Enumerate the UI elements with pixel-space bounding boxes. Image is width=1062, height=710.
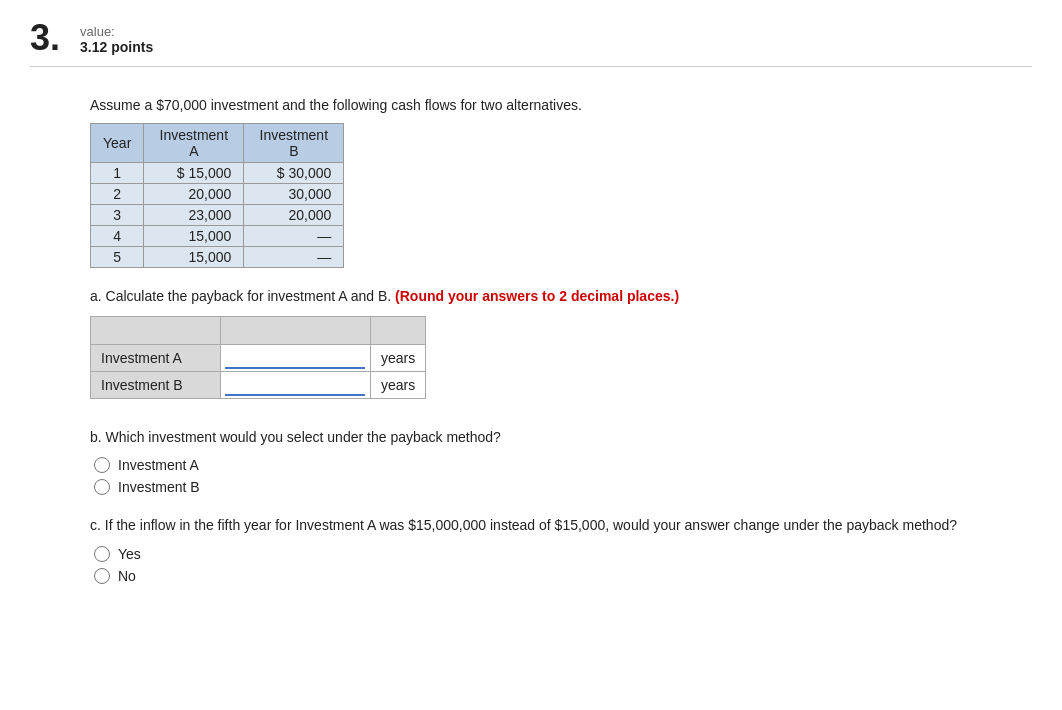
radio-inv-b-label: Investment B [118,479,200,495]
answer-header-unit [371,317,426,345]
radio-inv-a[interactable] [94,457,110,473]
cell-inv-a: 15,000 [144,247,244,268]
investment-b-input[interactable] [225,374,365,396]
cell-inv-a: $ 15,000 [144,163,244,184]
question-header: 3. value: 3.12 points [30,20,1032,67]
cell-year: 4 [91,226,144,247]
table-row: 220,00030,000 [91,184,344,205]
part-b-label: b. Which investment would you select und… [90,429,1032,445]
table-row: 323,00020,000 [91,205,344,226]
cell-year: 5 [91,247,144,268]
radio-inv-b[interactable] [94,479,110,495]
cell-inv-b: — [244,226,344,247]
radio-no-label: No [118,568,136,584]
answer-header-input [221,317,371,345]
cell-inv-b: 30,000 [244,184,344,205]
answer-row-a-unit: years [371,345,426,372]
cell-inv-a: 15,000 [144,226,244,247]
radio-item-no[interactable]: No [94,568,1032,584]
cell-year: 2 [91,184,144,205]
question-value: value: 3.12 points [80,20,153,55]
col-header-year: Year [91,124,144,163]
answer-row-a-label: Investment A [91,345,221,372]
part-a-text: a. Calculate the payback for investment … [90,288,391,304]
intro-text: Assume a $70,000 investment and the foll… [90,97,1032,113]
cell-inv-b: 20,000 [244,205,344,226]
question-content: Assume a $70,000 investment and the foll… [30,97,1032,584]
investment-a-input[interactable] [225,347,365,369]
radio-item-inv-b[interactable]: Investment B [94,479,1032,495]
radio-inv-a-label: Investment A [118,457,199,473]
answer-row-b-input-cell [221,372,371,399]
cell-inv-b: $ 30,000 [244,163,344,184]
part-c-text: c. If the inflow in the fifth year for I… [90,515,1032,536]
points-value: 3.12 points [80,39,153,55]
part-a-label: a. Calculate the payback for investment … [90,288,1032,304]
radio-item-inv-a[interactable]: Investment A [94,457,1032,473]
answer-row-b-label: Investment B [91,372,221,399]
cell-inv-b: — [244,247,344,268]
radio-yes-label: Yes [118,546,141,562]
radio-no[interactable] [94,568,110,584]
table-row: 1$ 15,000$ 30,000 [91,163,344,184]
cell-year: 3 [91,205,144,226]
value-label: value: [80,24,153,39]
radio-yes[interactable] [94,546,110,562]
answer-row-b-unit: years [371,372,426,399]
cash-flow-table: Year Investment A Investment B 1$ 15,000… [90,123,344,268]
cell-year: 1 [91,163,144,184]
answer-table: Investment A years Investment B years [90,316,426,399]
col-header-inv-a: Investment A [144,124,244,163]
col-header-inv-b: Investment B [244,124,344,163]
cell-inv-a: 23,000 [144,205,244,226]
table-row: 415,000— [91,226,344,247]
answer-header-label [91,317,221,345]
table-row: 515,000— [91,247,344,268]
part-b-radio-group: Investment A Investment B [94,457,1032,495]
part-c-radio-group: Yes No [94,546,1032,584]
cell-inv-a: 20,000 [144,184,244,205]
answer-row-a-input-cell [221,345,371,372]
radio-item-yes[interactable]: Yes [94,546,1032,562]
part-a-highlight: (Round your answers to 2 decimal places.… [395,288,679,304]
question-number: 3. [30,20,60,56]
